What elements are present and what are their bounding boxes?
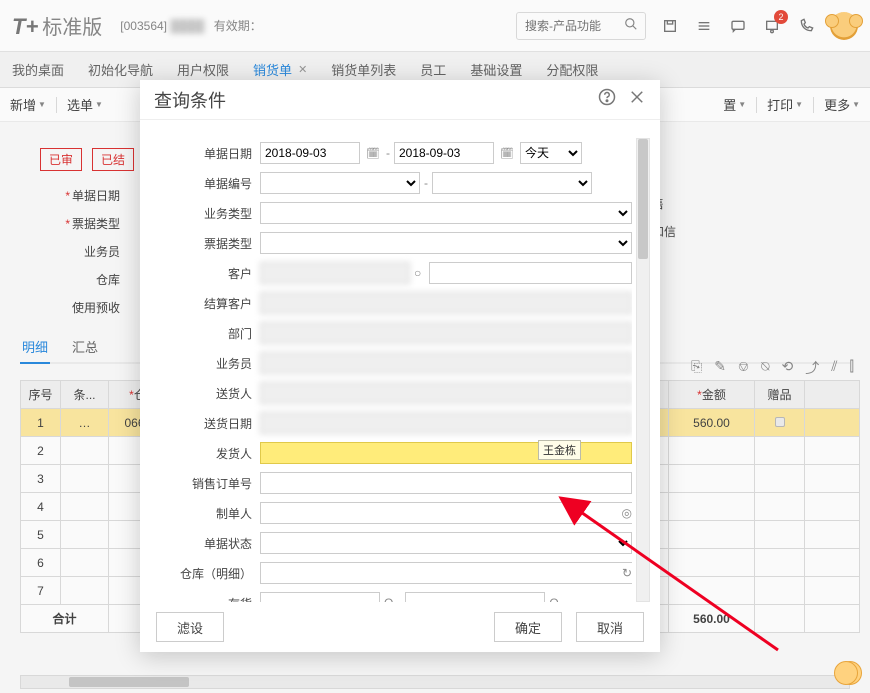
label-voucher-type: 票据类型: [150, 235, 260, 252]
label-doc-status: 单据状态: [150, 535, 260, 552]
lookup-icon[interactable]: Q: [384, 596, 393, 602]
ok-button[interactable]: 确定: [494, 612, 562, 642]
close-icon[interactable]: [628, 88, 646, 111]
creator-input[interactable]: [260, 502, 632, 524]
label-doc-no: 单据编号: [150, 175, 260, 192]
warehouse-input[interactable]: [260, 562, 632, 584]
label-warehouse-detail: 仓库（明细）: [150, 565, 260, 582]
stock-to[interactable]: [405, 592, 545, 602]
date-from-input[interactable]: [260, 142, 360, 164]
dialog-header: 查询条件: [140, 80, 660, 120]
lookup-icon[interactable]: Q: [549, 596, 558, 602]
date-to-input[interactable]: [394, 142, 494, 164]
scroll-thumb[interactable]: [638, 139, 648, 259]
lookup-icon[interactable]: ◎: [622, 506, 632, 520]
dept-input[interactable]: [260, 322, 632, 344]
calendar-icon[interactable]: 🗓: [500, 147, 514, 160]
filter-settings-button[interactable]: 滤设: [156, 612, 224, 642]
deliver-date-input[interactable]: [260, 412, 632, 434]
label-stock: 存货: [150, 595, 260, 603]
label-biz-type: 业务类型: [150, 205, 260, 222]
label-customer: 客户: [150, 265, 260, 282]
dialog-footer: 滤设 确定 取消: [140, 602, 660, 652]
label-sender: 发货人: [150, 445, 260, 462]
doc-no-to[interactable]: [432, 172, 592, 194]
label-doc-date: 单据日期: [150, 145, 260, 162]
label-deliverer: 送货人: [150, 385, 260, 402]
help-icon[interactable]: [598, 88, 616, 111]
label-sales-order: 销售订单号: [150, 475, 260, 492]
label-salesman: 业务员: [150, 355, 260, 372]
lookup-icon[interactable]: ↻: [622, 566, 632, 580]
settle-customer-input[interactable]: [260, 292, 632, 314]
label-dept: 部门: [150, 325, 260, 342]
salesman-input[interactable]: [260, 352, 632, 374]
dialog-body: 单据日期 🗓 - 🗓 今天 单据编号 - 业务类型 票据类型 客户 ○ 结算客户…: [140, 120, 660, 602]
label-settle-customer: 结算客户: [150, 295, 260, 312]
customer-from[interactable]: [260, 262, 410, 284]
calendar-icon[interactable]: 🗓: [366, 147, 380, 160]
query-form: 单据日期 🗓 - 🗓 今天 单据编号 - 业务类型 票据类型 客户 ○ 结算客户…: [150, 138, 632, 602]
dialog-title: 查询条件: [154, 87, 226, 113]
cancel-button[interactable]: 取消: [576, 612, 644, 642]
query-dialog: 查询条件 单据日期 🗓 - 🗓 今天 单据编号 - 业务类型 票: [140, 80, 660, 652]
doc-status-select[interactable]: [260, 532, 632, 554]
biz-type-select[interactable]: [260, 202, 632, 224]
date-preset-select[interactable]: 今天: [520, 142, 582, 164]
sender-tooltip: 王金栋: [538, 440, 581, 460]
doc-no-from[interactable]: [260, 172, 420, 194]
lookup-icon[interactable]: ○: [414, 266, 421, 280]
dialog-scrollbar[interactable]: [636, 138, 650, 602]
label-creator: 制单人: [150, 505, 260, 522]
voucher-type-select[interactable]: [260, 232, 632, 254]
label-deliver-date: 送货日期: [150, 415, 260, 432]
deliverer-input[interactable]: [260, 382, 632, 404]
customer-to[interactable]: [429, 262, 632, 284]
stock-from[interactable]: [260, 592, 380, 602]
sales-order-input[interactable]: [260, 472, 632, 494]
